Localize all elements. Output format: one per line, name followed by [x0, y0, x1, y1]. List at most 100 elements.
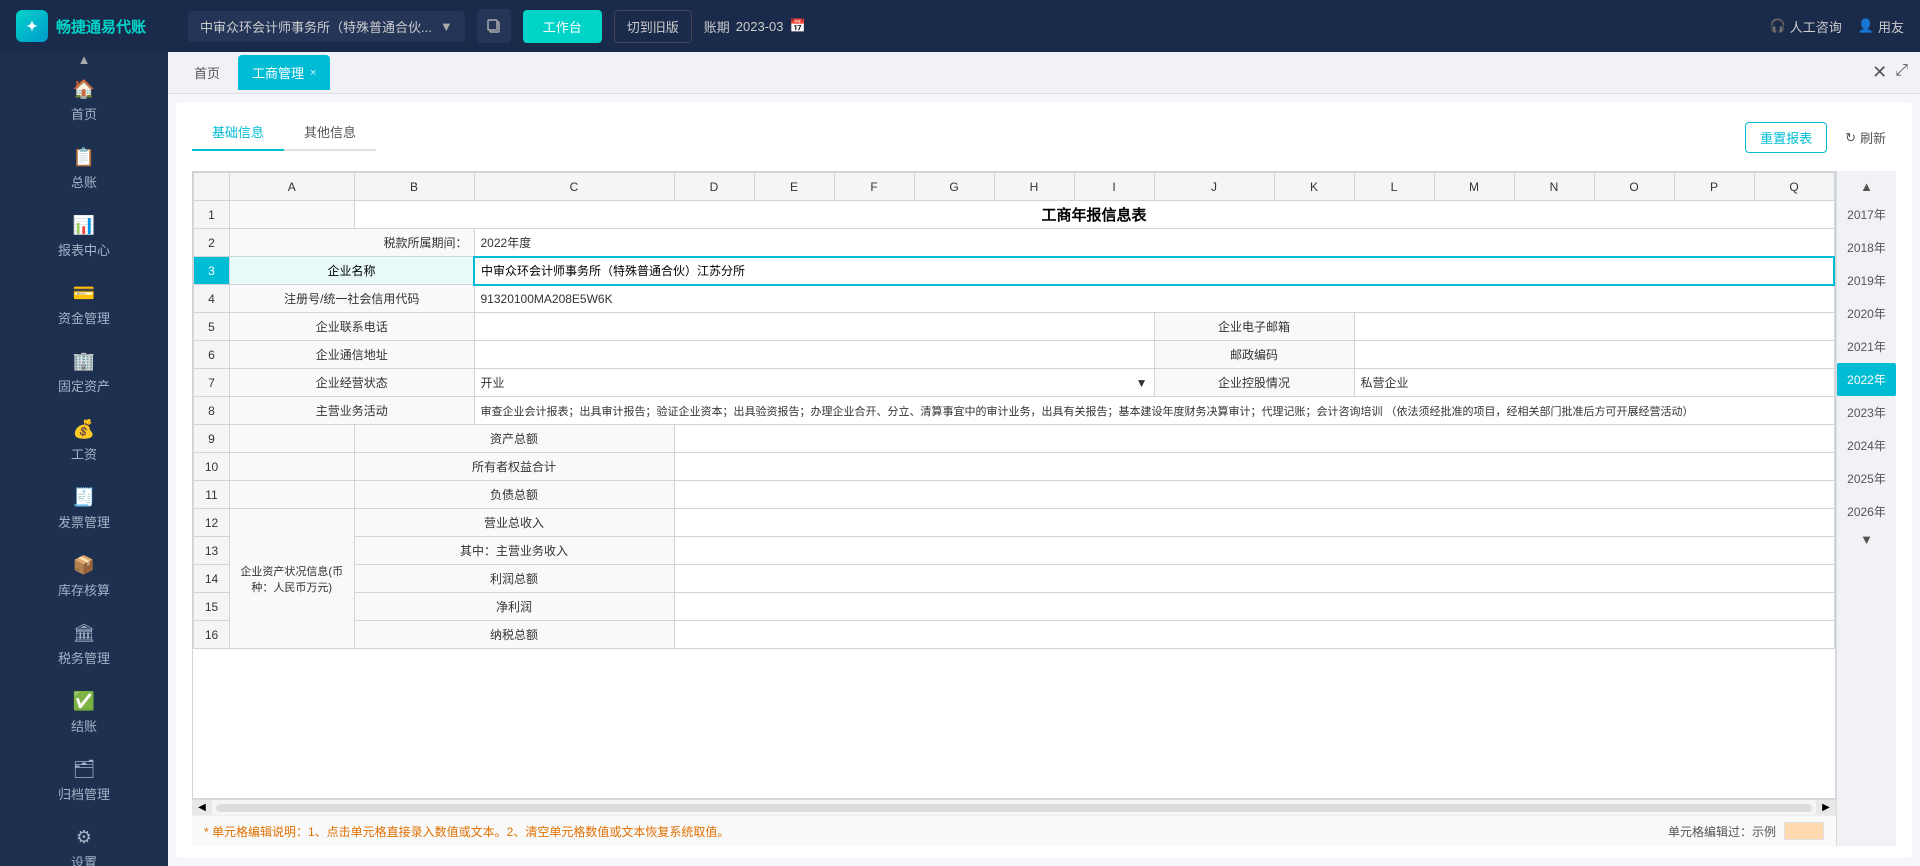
year-2024[interactable]: 2024年	[1837, 429, 1896, 462]
col-K[interactable]: K	[1274, 173, 1354, 201]
sidebar-item-reports[interactable]: 📊 报表中心	[0, 203, 168, 271]
sidebar-scroll-up[interactable]: ▲	[0, 52, 168, 67]
content-area: 首页 工商管理 × ✕ ⤢ 基础信息 其他信息 重置报表	[168, 52, 1920, 866]
year-2019[interactable]: 2019年	[1837, 264, 1896, 297]
year-2025[interactable]: 2025年	[1837, 462, 1896, 495]
sidebar-item-settings[interactable]: ⚙ 设置	[0, 815, 168, 866]
cell-10-value[interactable]	[674, 453, 1834, 481]
tax-icon: 🏛	[73, 623, 96, 644]
col-C[interactable]: C	[474, 173, 674, 201]
col-J[interactable]: J	[1154, 173, 1274, 201]
cell-6-address[interactable]	[474, 341, 1154, 369]
col-I[interactable]: I	[1074, 173, 1154, 201]
sidebar-label-settings: 设置	[71, 852, 97, 866]
sidebar-item-inventory[interactable]: 📦 库存核算	[0, 543, 168, 611]
year-2022[interactable]: 2022年	[1837, 363, 1896, 396]
cell-12-value[interactable]	[674, 509, 1834, 537]
cell-16-value[interactable]	[674, 621, 1834, 649]
sidebar-item-closing[interactable]: ✅ 结账	[0, 679, 168, 747]
cell-11-label: 负债总额	[354, 481, 674, 509]
sidebar-item-archive[interactable]: 🗂 归档管理	[0, 747, 168, 815]
year-2021[interactable]: 2021年	[1837, 330, 1896, 363]
cell-4-value[interactable]: 91320100MA208E5W6K	[474, 285, 1834, 313]
sub-tab-other[interactable]: 其他信息	[284, 114, 376, 151]
refresh-button[interactable]: ↻ 刷新	[1835, 122, 1896, 153]
sidebar-item-tax[interactable]: 🏛 税务管理	[0, 611, 168, 679]
home-icon: 🏠	[73, 79, 95, 100]
company-selector[interactable]: 中审众环会计师事务所（特殊普通合伙... ▼	[188, 11, 465, 42]
cell-9-label: 资产总额	[354, 425, 674, 453]
tab-close-icon[interactable]: ×	[310, 67, 316, 79]
cell-2-value[interactable]: 2022年度	[474, 229, 1834, 257]
col-E[interactable]: E	[754, 173, 834, 201]
cell-7-control[interactable]: 私营企业	[1354, 369, 1834, 397]
cell-13-value[interactable]	[674, 537, 1834, 565]
cell-6-zip[interactable]	[1354, 341, 1834, 369]
col-A[interactable]: A	[230, 173, 355, 201]
year-scroll-up[interactable]: ▲	[1837, 175, 1896, 198]
col-F[interactable]: F	[834, 173, 914, 201]
row-header-15: 15	[194, 593, 230, 621]
workbench-button[interactable]: 工作台	[523, 10, 602, 43]
horizontal-scrollbar[interactable]: ◀ ▶	[192, 799, 1836, 815]
corner-header	[194, 173, 230, 201]
sidebar-label-reports: 报表中心	[58, 240, 110, 259]
col-B[interactable]: B	[354, 173, 474, 201]
closing-icon: ✅	[73, 691, 95, 712]
col-P[interactable]: P	[1674, 173, 1754, 201]
tab-home-label: 首页	[194, 63, 220, 82]
cell-3-label: 企业名称	[230, 257, 475, 285]
col-O[interactable]: O	[1594, 173, 1674, 201]
consult-button[interactable]: 🎧 人工咨询	[1770, 17, 1842, 36]
sub-tab-basic[interactable]: 基础信息	[192, 114, 284, 151]
tab-active[interactable]: 工商管理 ×	[238, 55, 330, 90]
cell-15-value[interactable]	[674, 593, 1834, 621]
cell-3-value[interactable]: 中审众环会计师事务所（特殊普通合伙）江苏分所	[474, 257, 1834, 285]
cell-5-phone[interactable]	[474, 313, 1154, 341]
scroll-track[interactable]	[216, 804, 1812, 812]
tab-home[interactable]: 首页	[180, 55, 234, 90]
reset-button[interactable]: 重置报表	[1745, 122, 1827, 153]
year-2017[interactable]: 2017年	[1837, 198, 1896, 231]
col-L[interactable]: L	[1354, 173, 1434, 201]
col-N[interactable]: N	[1514, 173, 1594, 201]
year-2018[interactable]: 2018年	[1837, 231, 1896, 264]
scroll-left-button[interactable]: ◀	[192, 800, 212, 816]
close-window-icon[interactable]: ✕	[1872, 62, 1887, 83]
cell-10-A	[230, 453, 355, 481]
sidebar-label-invoice: 发票管理	[58, 512, 110, 531]
switch-version-button[interactable]: 切到旧版	[614, 10, 692, 43]
cell-8-value[interactable]: 审查企业会计报表；出具审计报告；验证企业资本；出具验资报告；办理企业合开、分立、…	[474, 397, 1834, 425]
sidebar-item-salary[interactable]: 💰 工资	[0, 407, 168, 475]
sidebar-item-invoice[interactable]: 🧾 发票管理	[0, 475, 168, 543]
sidebar-item-home[interactable]: 🏠 首页	[0, 67, 168, 135]
row-10: 10 所有者权益合计	[194, 453, 1835, 481]
sidebar-item-assets[interactable]: 🏢 固定资产	[0, 339, 168, 407]
invoice-icon: 🧾	[73, 487, 95, 508]
col-Q[interactable]: Q	[1754, 173, 1834, 201]
copy-button[interactable]	[477, 9, 511, 43]
cell-7-status[interactable]: 开业 ▼	[474, 369, 1154, 397]
calendar-icon[interactable]: 📅	[789, 18, 805, 34]
year-2023[interactable]: 2023年	[1837, 396, 1896, 429]
year-scroll-down[interactable]: ▼	[1837, 528, 1896, 551]
cell-11-value[interactable]	[674, 481, 1834, 509]
year-2020[interactable]: 2020年	[1837, 297, 1896, 330]
col-H[interactable]: H	[994, 173, 1074, 201]
cell-14-value[interactable]	[674, 565, 1834, 593]
cell-9-value[interactable]	[674, 425, 1834, 453]
col-M[interactable]: M	[1434, 173, 1514, 201]
user-menu[interactable]: 👤 用友	[1858, 17, 1904, 36]
sidebar-item-funds[interactable]: 💳 资金管理	[0, 271, 168, 339]
sidebar-label-inventory: 库存核算	[58, 580, 110, 599]
col-G[interactable]: G	[914, 173, 994, 201]
scroll-right-button[interactable]: ▶	[1816, 800, 1836, 816]
col-D[interactable]: D	[674, 173, 754, 201]
sidebar-item-ledger[interactable]: 📋 总账	[0, 135, 168, 203]
row-14: 14 利润总额	[194, 565, 1835, 593]
sheet-wrapper[interactable]: A B C D E F G H I J	[192, 171, 1836, 799]
cell-13-label: 其中：主营业务收入	[354, 537, 674, 565]
expand-icon[interactable]: ⤢	[1895, 62, 1908, 83]
year-2026[interactable]: 2026年	[1837, 495, 1896, 528]
cell-5-email[interactable]	[1354, 313, 1834, 341]
